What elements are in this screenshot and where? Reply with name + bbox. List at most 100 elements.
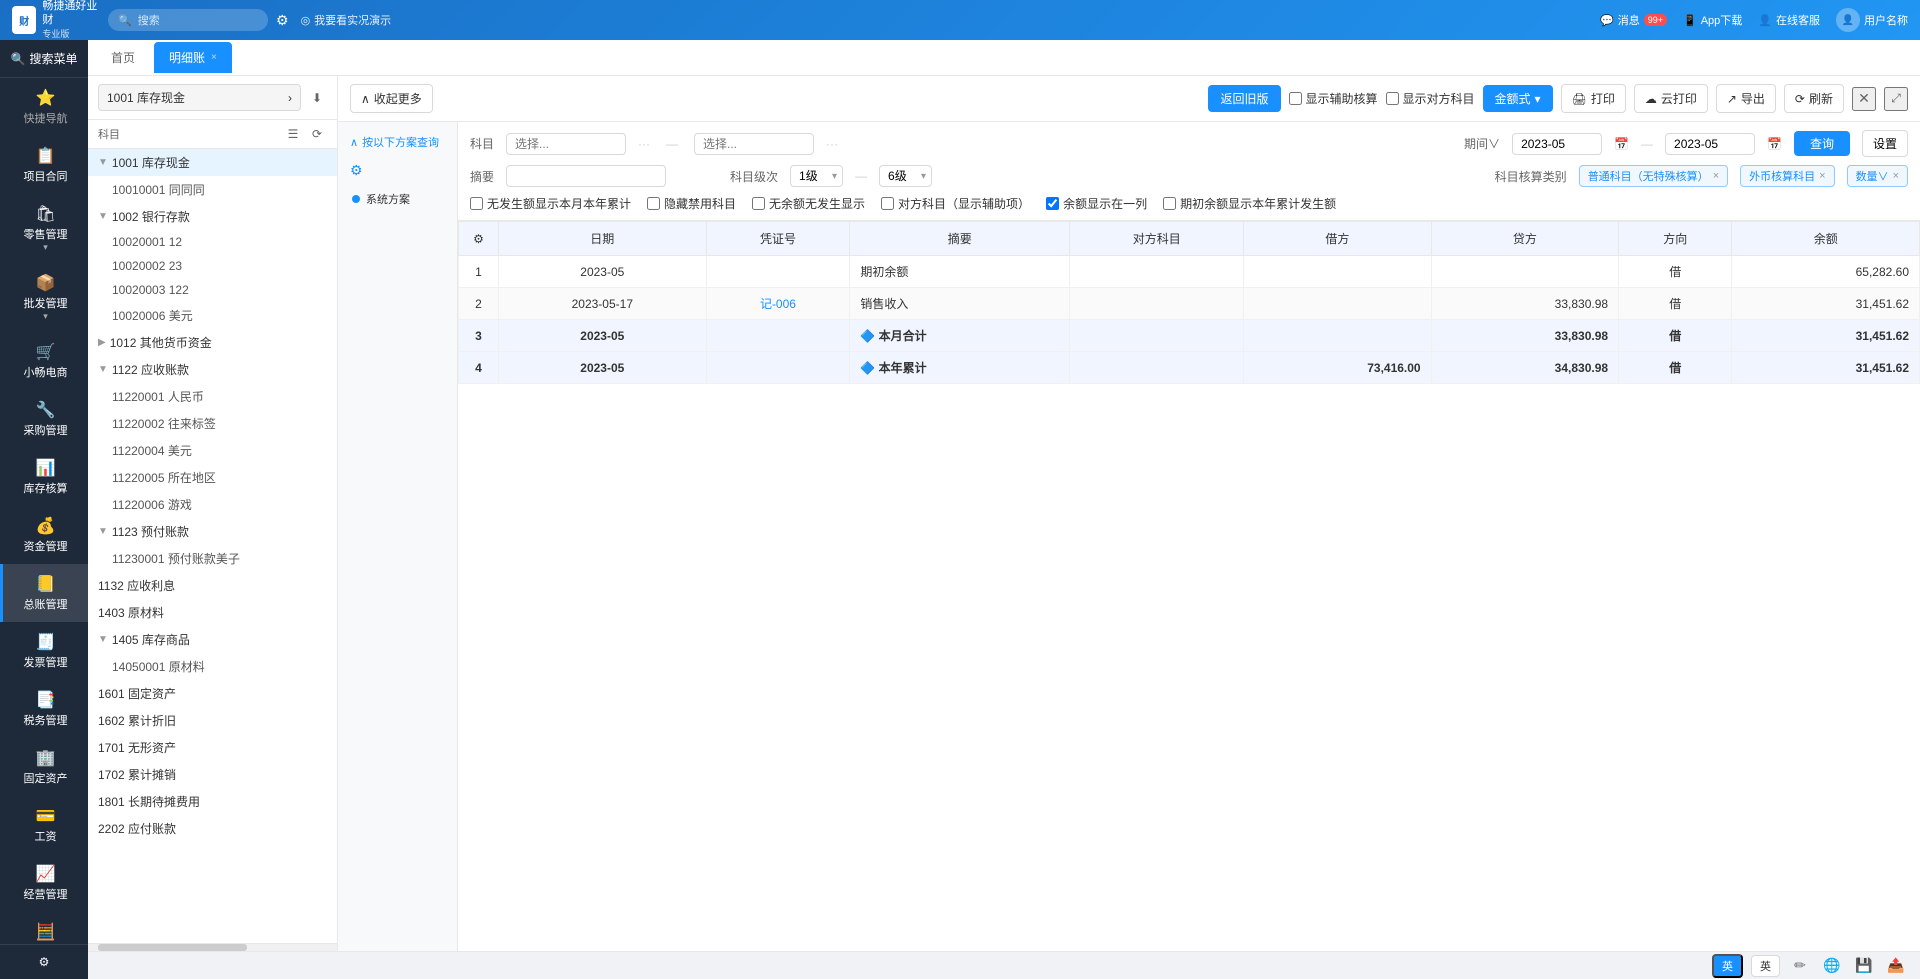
cb-hide-disabled[interactable]: 隐藏禁用科目 [647, 195, 736, 212]
query-btn[interactable]: 查询 [1794, 131, 1850, 156]
tree-node-11220004[interactable]: 11220004 美元 [88, 437, 337, 464]
cloud-print-btn[interactable]: ☁ 云打印 [1634, 84, 1708, 113]
sidebar-item-purchase[interactable]: 🔧 采购管理 [0, 390, 88, 448]
settings-filter-btn[interactable]: 设置 [1862, 130, 1908, 157]
tree-node-1123[interactable]: ▼ 1123 预付账款 [88, 518, 337, 545]
download-btn[interactable]: 📱 App下载 [1683, 12, 1742, 28]
summary-input[interactable] [506, 165, 666, 187]
type-tag-foreign[interactable]: 外币核算科目 × [1740, 165, 1834, 187]
tab-close-btn[interactable]: × [211, 52, 217, 63]
tree-node-1405[interactable]: ▼ 1405 库存商品 [88, 626, 337, 653]
sidebar-item-expense[interactable]: 🧮 小畅报销 [0, 912, 88, 944]
tree-node-10020006[interactable]: 10020006 美元 [88, 302, 337, 329]
lang-zh-btn[interactable]: 英 [1712, 954, 1743, 978]
cb-contra-check[interactable] [881, 197, 894, 210]
cb-balance-col[interactable]: 余额显示在一列 [1046, 195, 1147, 212]
th-settings[interactable]: ⚙ [459, 222, 499, 256]
more-btn[interactable]: ∧ 收起更多 [350, 84, 433, 113]
sidebar-settings-btn[interactable]: ⚙ [0, 944, 88, 979]
export-btn[interactable]: ↗ 导出 [1716, 84, 1776, 113]
scheme-query-btn[interactable]: ∧ 按以下方案查询 [346, 130, 449, 154]
cloud-save-icon-btn[interactable]: 💾 [1852, 954, 1876, 978]
sidebar-item-ecommerce[interactable]: 🛒 小畅电商 [0, 332, 88, 390]
show-contra-checkbox[interactable]: 显示对方科目 [1386, 90, 1475, 107]
sidebar-item-nav[interactable]: ⭐ 快捷导航 [0, 78, 88, 136]
cb-no-balance[interactable]: 无余额无发生显示 [752, 195, 865, 212]
tree-node-1701[interactable]: 1701 无形资产 [88, 734, 337, 761]
tree-node-1403[interactable]: 1403 原材料 [88, 599, 337, 626]
cb-no-amount[interactable]: 无发生额显示本月本年累计 [470, 195, 631, 212]
tree-node-10020003[interactable]: 10020003 122 [88, 278, 337, 302]
tree-node-11220005[interactable]: 11220005 所在地区 [88, 464, 337, 491]
type-tag-foreign-close[interactable]: × [1819, 170, 1825, 182]
tree-horizontal-scrollbar[interactable] [88, 943, 337, 951]
close-panel-btn[interactable]: ✕ [1852, 87, 1876, 111]
type-tag-qty-close[interactable]: × [1893, 170, 1899, 182]
tab-home[interactable]: 首页 [96, 42, 150, 73]
period-end-input[interactable] [1665, 133, 1755, 155]
sidebar-item-assets[interactable]: 🏢 固定资产 [0, 738, 88, 796]
search-bar[interactable]: 🔍 搜索 [108, 9, 268, 31]
tree-node-10020002[interactable]: 10020002 23 [88, 254, 337, 278]
refresh-btn[interactable]: ⟳ 刷新 [1784, 84, 1844, 113]
cb-contra[interactable]: 对方科目（显示辅助项） [881, 195, 1030, 212]
tree-node-10020001[interactable]: 10020001 12 [88, 230, 337, 254]
sidebar-item-salary[interactable]: 💳 工资 [0, 796, 88, 854]
upload-icon-btn[interactable]: 📤 [1884, 954, 1908, 978]
message-btn[interactable]: 💬 消息 99+ [1600, 12, 1667, 28]
tree-node-1001[interactable]: ▼ 1001 库存现金 [88, 149, 337, 176]
level-end-select[interactable]: 6级 [879, 165, 932, 187]
service-btn[interactable]: 👤 在线客服 [1758, 12, 1820, 28]
cb-ytd[interactable]: 期初余额显示本年累计发生额 [1163, 195, 1336, 212]
tree-node-11220001[interactable]: 11220001 人民币 [88, 383, 337, 410]
period-start-input[interactable] [1512, 133, 1602, 155]
globe-icon-btn[interactable]: 🌐 [1820, 954, 1844, 978]
scheme-system-item[interactable]: 系统方案 [346, 187, 449, 211]
pencil-icon-btn[interactable]: ✏ [1788, 954, 1812, 978]
amount-format-btn[interactable]: 金额式 ▾ [1483, 85, 1553, 112]
subject-input[interactable] [506, 133, 626, 155]
show-aux-checkbox[interactable]: 显示辅助核算 [1289, 90, 1378, 107]
tree-node-11220002[interactable]: 11220002 往来标签 [88, 410, 337, 437]
show-contra-check[interactable] [1386, 92, 1399, 105]
tree-node-1601[interactable]: 1601 固定资产 [88, 680, 337, 707]
cb-no-amount-check[interactable] [470, 197, 483, 210]
tree-node-1002[interactable]: ▼ 1002 银行存款 [88, 203, 337, 230]
voucher-link[interactable]: 记-006 [760, 297, 796, 311]
sidebar-item-invoice[interactable]: 🧾 发票管理 [0, 622, 88, 680]
sidebar-item-funds[interactable]: 💰 资金管理 [0, 506, 88, 564]
tree-node-1801[interactable]: 1801 长期待摊费用 [88, 788, 337, 815]
settings-icon-btn[interactable]: ⚙ [276, 12, 289, 29]
tree-node-1132[interactable]: 1132 应收利息 [88, 572, 337, 599]
tab-detail[interactable]: 明细账 × [154, 42, 232, 73]
sidebar-item-ledger[interactable]: 📒 总账管理 [0, 564, 88, 622]
cb-balance-col-check[interactable] [1046, 197, 1059, 210]
search-menu-btn[interactable]: 🔍 搜索菜单 [0, 40, 88, 78]
demo-btn[interactable]: ◎ 我要看实况演示 [301, 12, 392, 28]
level-start-wrap[interactable]: 1级 [790, 165, 843, 187]
tree-refresh-btn[interactable]: ⟳ [307, 124, 327, 144]
sidebar-item-project[interactable]: 📋 项目合同 [0, 136, 88, 194]
tree-node-11230001[interactable]: 11230001 预付账款美子 [88, 545, 337, 572]
type-tag-normal-close[interactable]: × [1713, 170, 1719, 182]
sidebar-item-wholesale[interactable]: 📦 批发管理 ▾ [0, 263, 88, 332]
tree-node-2202[interactable]: 2202 应付账款 [88, 815, 337, 842]
tree-node-1012[interactable]: ▶ 1012 其他货币资金 [88, 329, 337, 356]
tree-node-14050001[interactable]: 14050001 原材料 [88, 653, 337, 680]
type-tag-qty[interactable]: 数量∨ × [1847, 165, 1908, 187]
cb-ytd-check[interactable] [1163, 197, 1176, 210]
print-btn[interactable]: 🖨 打印 [1561, 84, 1626, 113]
sidebar-item-inventory[interactable]: 📊 库存核算 [0, 448, 88, 506]
tree-node-1602[interactable]: 1602 累计折旧 [88, 707, 337, 734]
tree-node-1122[interactable]: ▼ 1122 应收账款 [88, 356, 337, 383]
return-old-btn[interactable]: 返回旧版 [1208, 85, 1280, 112]
tree-list-view-btn[interactable]: ☰ [283, 124, 303, 144]
expand-all-btn[interactable]: ⬇ [307, 88, 327, 108]
cb-no-balance-check[interactable] [752, 197, 765, 210]
tree-node-10010001[interactable]: 10010001 同同同 [88, 176, 337, 203]
fullscreen-btn[interactable]: ⤢ [1884, 87, 1908, 111]
sidebar-item-retail[interactable]: 🛍 零售管理 ▾ [0, 194, 88, 263]
tree-node-1702[interactable]: 1702 累计摊销 [88, 761, 337, 788]
cb-hide-disabled-check[interactable] [647, 197, 660, 210]
level-start-select[interactable]: 1级 [790, 165, 843, 187]
